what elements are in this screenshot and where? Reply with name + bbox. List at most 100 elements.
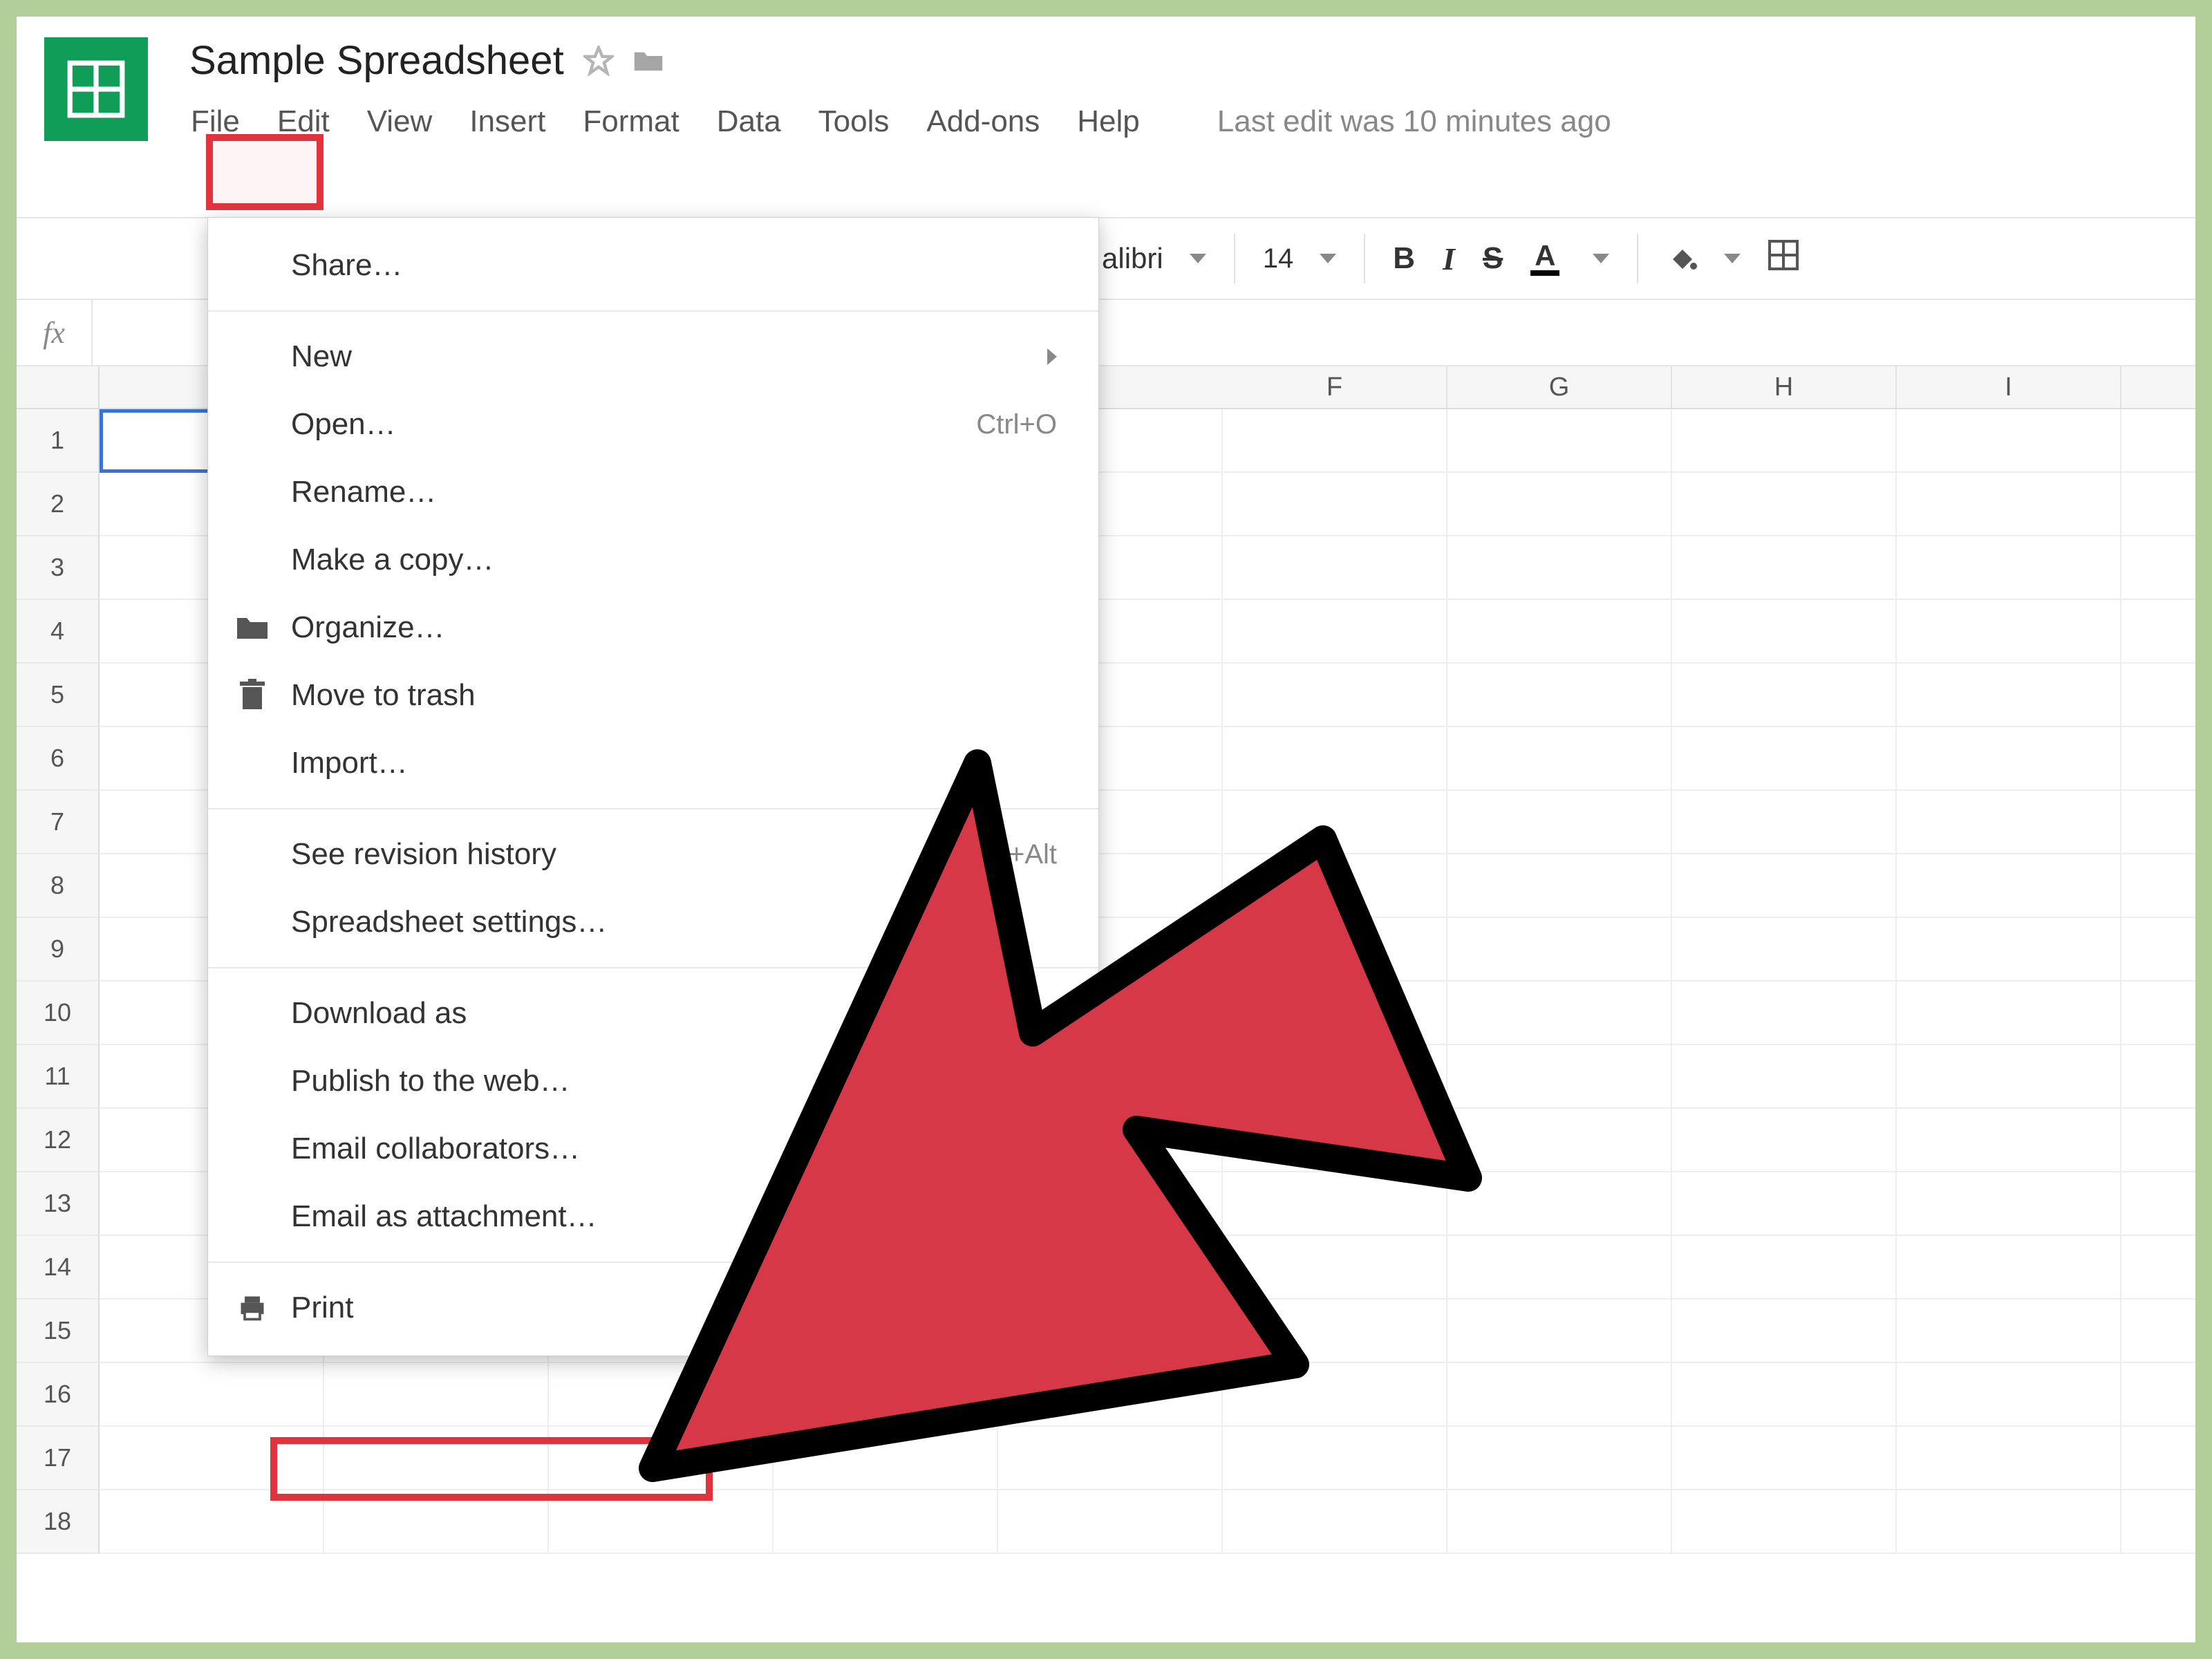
- menu-edit[interactable]: Edit: [276, 100, 331, 143]
- column-header[interactable]: I: [1897, 366, 2121, 408]
- row-header[interactable]: 14: [17, 1236, 100, 1300]
- row-header[interactable]: 8: [17, 854, 100, 918]
- row-header[interactable]: 6: [17, 727, 100, 791]
- font-size-selector[interactable]: 14: [1263, 243, 1337, 274]
- cell[interactable]: [1897, 982, 2121, 1045]
- cell[interactable]: [1447, 791, 1672, 854]
- cell[interactable]: [1897, 1363, 2121, 1427]
- cell[interactable]: [1223, 1490, 1447, 1554]
- cell[interactable]: [1447, 982, 1672, 1045]
- cell[interactable]: [1672, 1236, 1897, 1300]
- cell[interactable]: [2121, 727, 2195, 791]
- menu-data[interactable]: Data: [715, 100, 782, 143]
- cell[interactable]: [1672, 1490, 1897, 1554]
- cell[interactable]: [1672, 1172, 1897, 1236]
- cell[interactable]: [549, 1427, 774, 1490]
- row-header[interactable]: 12: [17, 1109, 100, 1172]
- cell[interactable]: [2121, 536, 2195, 600]
- cell[interactable]: [1447, 1427, 1672, 1490]
- cell[interactable]: [1897, 1490, 2121, 1554]
- row-header[interactable]: 15: [17, 1300, 100, 1363]
- row-header[interactable]: 11: [17, 1045, 100, 1109]
- cell[interactable]: [324, 1427, 549, 1490]
- menu-item-email-as-attachment[interactable]: Email as attachment…: [208, 1183, 1098, 1250]
- column-header[interactable]: J: [2121, 366, 2195, 408]
- cell[interactable]: [1672, 1045, 1897, 1109]
- cell[interactable]: [2121, 600, 2195, 664]
- cell[interactable]: [998, 1490, 1223, 1554]
- cell[interactable]: [2121, 854, 2195, 918]
- cell[interactable]: [324, 1363, 549, 1427]
- cell[interactable]: [1223, 727, 1447, 791]
- cell[interactable]: [774, 1490, 998, 1554]
- column-header[interactable]: H: [1672, 366, 1897, 408]
- cell[interactable]: [1672, 473, 1897, 536]
- cell[interactable]: [2121, 409, 2195, 473]
- select-all-corner[interactable]: [17, 366, 100, 408]
- menu-item-spreadsheet-settings[interactable]: Spreadsheet settings…: [208, 888, 1098, 956]
- cell[interactable]: [324, 1490, 549, 1554]
- cell[interactable]: [1447, 664, 1672, 727]
- cell[interactable]: [1897, 536, 2121, 600]
- cell[interactable]: [1672, 664, 1897, 727]
- menu-item-publish-web[interactable]: Publish to the web…: [208, 1047, 1098, 1115]
- cell[interactable]: [1223, 664, 1447, 727]
- menu-tools[interactable]: Tools: [817, 100, 891, 143]
- cell[interactable]: [774, 1363, 998, 1427]
- menu-item-new[interactable]: New: [208, 323, 1098, 391]
- column-header[interactable]: G: [1447, 366, 1672, 408]
- bold-button[interactable]: B: [1393, 241, 1415, 276]
- cell[interactable]: [2121, 1045, 2195, 1109]
- cell[interactable]: [1447, 727, 1672, 791]
- cell[interactable]: [1223, 473, 1447, 536]
- cell[interactable]: [1447, 1045, 1672, 1109]
- menu-item-move-to-trash[interactable]: Move to trash: [208, 662, 1098, 729]
- cell[interactable]: [1447, 536, 1672, 600]
- cell[interactable]: [2121, 1236, 2195, 1300]
- sheets-logo[interactable]: [44, 37, 148, 141]
- cell[interactable]: [1223, 982, 1447, 1045]
- cell[interactable]: [1897, 1236, 2121, 1300]
- cell[interactable]: [998, 1427, 1223, 1490]
- cell[interactable]: [1897, 409, 2121, 473]
- folder-icon[interactable]: [633, 48, 664, 73]
- menu-help[interactable]: Help: [1076, 100, 1141, 143]
- row-header[interactable]: 10: [17, 982, 100, 1045]
- cell[interactable]: [2121, 1490, 2195, 1554]
- cell[interactable]: [1897, 664, 2121, 727]
- cell[interactable]: [1897, 1172, 2121, 1236]
- cell[interactable]: [2121, 1109, 2195, 1172]
- cell[interactable]: [1672, 1427, 1897, 1490]
- row-header[interactable]: 17: [17, 1427, 100, 1490]
- menu-file[interactable]: File: [189, 100, 241, 143]
- fill-color-button[interactable]: [1666, 243, 1741, 274]
- cell[interactable]: [2121, 918, 2195, 982]
- document-title[interactable]: Sample Spreadsheet: [189, 37, 564, 84]
- menu-insert[interactable]: Insert: [468, 100, 547, 143]
- menu-item-revision-history[interactable]: See revision history Ctrl+Alt: [208, 821, 1098, 888]
- cell[interactable]: [1223, 1109, 1447, 1172]
- cell[interactable]: [1897, 473, 2121, 536]
- menu-item-open[interactable]: Open… Ctrl+O: [208, 391, 1098, 458]
- column-header[interactable]: F: [1223, 366, 1447, 408]
- cell[interactable]: [100, 1363, 324, 1427]
- cell[interactable]: [1447, 1236, 1672, 1300]
- cell[interactable]: [1897, 727, 2121, 791]
- cell[interactable]: [1897, 1109, 2121, 1172]
- cell[interactable]: [1672, 1109, 1897, 1172]
- cell[interactable]: [2121, 1300, 2195, 1363]
- row-header[interactable]: 16: [17, 1363, 100, 1427]
- cell[interactable]: [2121, 664, 2195, 727]
- cell[interactable]: [2121, 1172, 2195, 1236]
- cell[interactable]: [2121, 1427, 2195, 1490]
- cell[interactable]: [1223, 1172, 1447, 1236]
- cell[interactable]: [100, 1427, 324, 1490]
- cell[interactable]: [2121, 982, 2195, 1045]
- row-header[interactable]: 13: [17, 1172, 100, 1236]
- menu-item-organize[interactable]: Organize…: [208, 594, 1098, 662]
- cell[interactable]: [1223, 854, 1447, 918]
- cell[interactable]: [2121, 791, 2195, 854]
- cell[interactable]: [100, 1490, 324, 1554]
- cell[interactable]: [549, 1490, 774, 1554]
- cell[interactable]: [1223, 1363, 1447, 1427]
